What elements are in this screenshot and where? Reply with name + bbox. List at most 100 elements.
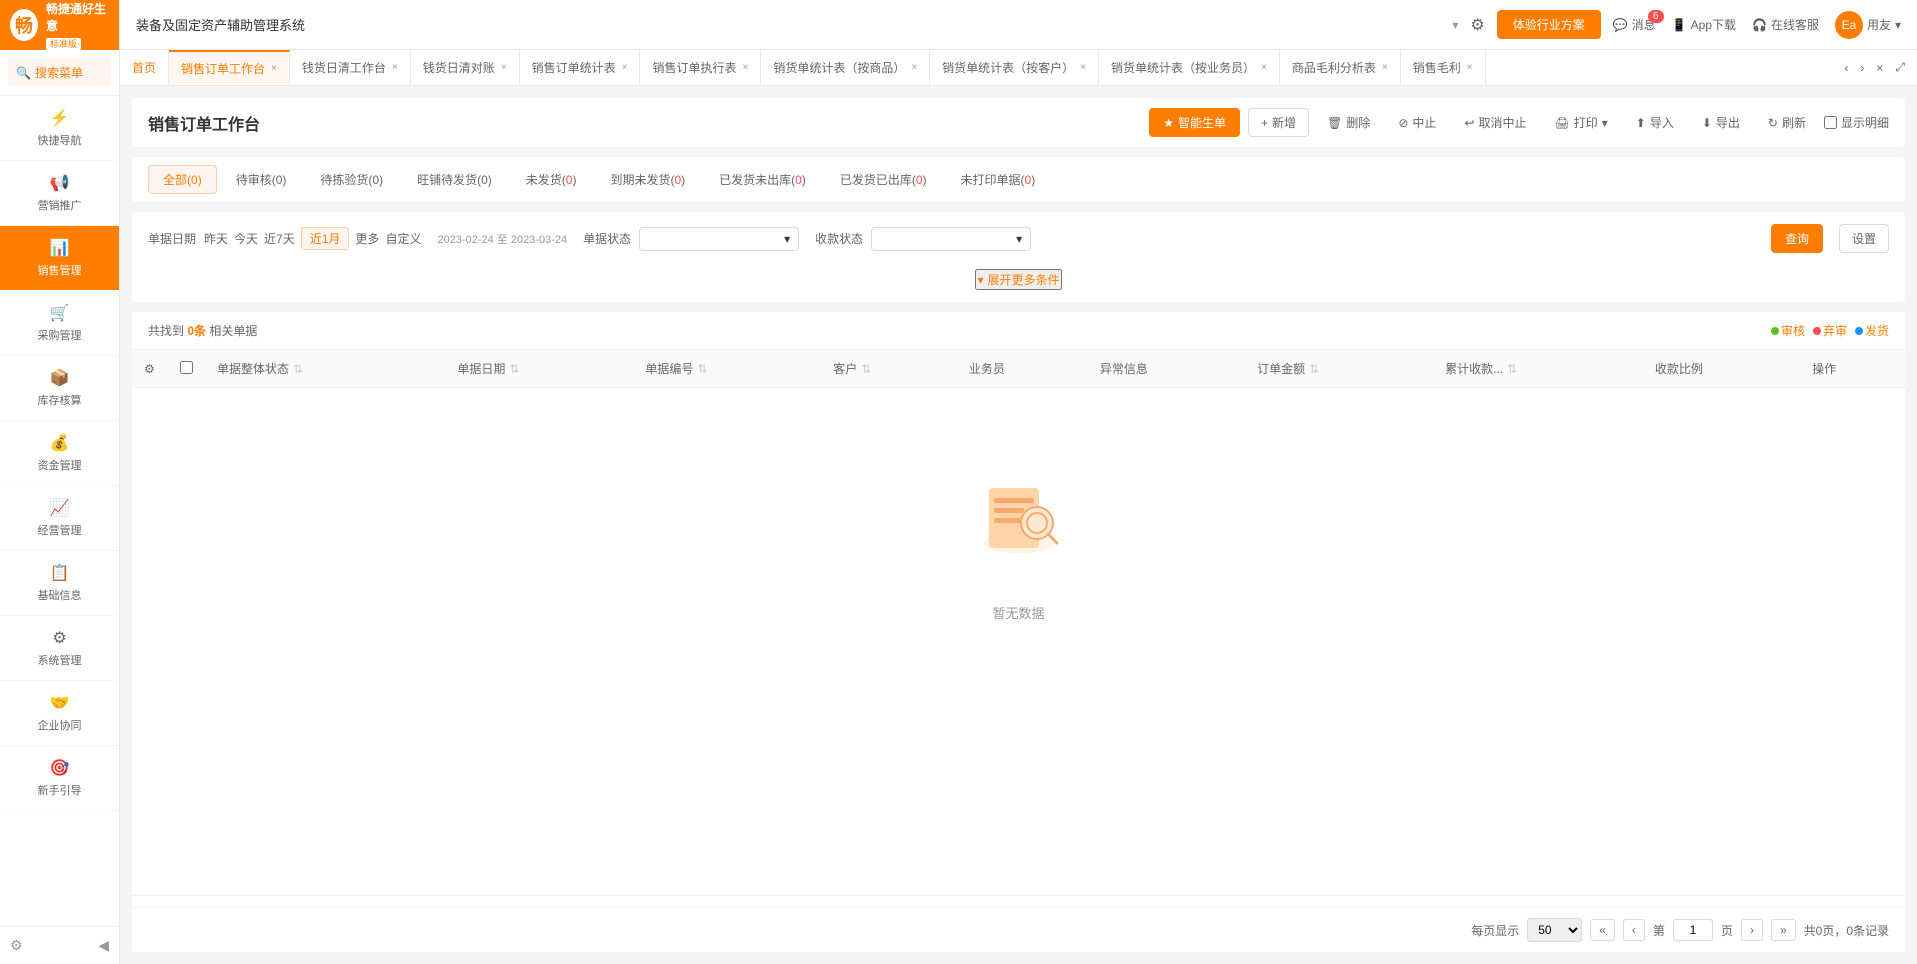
tab-sales-by-customer[interactable]: 销货单统计表（按客户） ×	[930, 50, 1099, 86]
sort-amount[interactable]: 订单金额 ⇅	[1257, 360, 1421, 377]
import-button[interactable]: ⬆ 导入	[1626, 109, 1684, 136]
sort-collected[interactable]: 累计收款... ⇅	[1445, 360, 1631, 377]
sidebar-item-guide[interactable]: 🎯 新手引导	[0, 746, 119, 811]
print-button[interactable]: 🖨 打印 ▾	[1544, 109, 1617, 136]
user-menu-button[interactable]: Ea 用友 ▾	[1835, 11, 1901, 39]
prev-page-button[interactable]: ‹	[1623, 919, 1645, 941]
online-service-button[interactable]: 🎧 在线客服	[1752, 16, 1819, 33]
sort-status[interactable]: 单据整体状态 ⇅	[217, 360, 433, 377]
sub-tab-shipped-out[interactable]: 已发货已出库(0)	[825, 165, 942, 194]
tab-close-icon[interactable]: ×	[1080, 62, 1086, 73]
export-icon: ⬇	[1702, 116, 1712, 130]
tab-gross-profit[interactable]: 商品毛利分析表×	[1280, 50, 1401, 86]
delete-button[interactable]: 🗑 删除	[1317, 109, 1380, 136]
sidebar-item-sales[interactable]: 📊 销售管理	[0, 226, 119, 291]
sidebar-item-system[interactable]: ⚙ 系统管理	[0, 616, 119, 681]
tab-close-icon[interactable]: ×	[1261, 62, 1267, 73]
abandon-review-button[interactable]: 弃审	[1813, 322, 1847, 339]
expand-conditions-button[interactable]: ▾ 展开更多条件	[975, 269, 1061, 290]
tab-close-icon[interactable]: ×	[911, 62, 917, 73]
shortcut-custom[interactable]: 自定义	[385, 230, 421, 247]
search-menu-button[interactable]: 🔍 搜索菜单	[8, 58, 111, 87]
tab-close-icon[interactable]: ×	[1467, 62, 1473, 73]
next-page-button[interactable]: ›	[1741, 919, 1763, 941]
sidebar-item-quick-nav[interactable]: ⚡ 快捷导航	[0, 96, 119, 161]
sidebar-item-operations[interactable]: 📈 经营管理	[0, 486, 119, 551]
sub-tab-overdue[interactable]: 到期未发货(0)	[595, 165, 700, 194]
tab-prev-button[interactable]: ‹	[1840, 59, 1852, 77]
tab-sales-exec[interactable]: 销售订单执行表×	[640, 50, 761, 86]
new-button[interactable]: + 新增	[1248, 108, 1309, 137]
filter-settings-button[interactable]: 设置	[1839, 224, 1889, 253]
payment-select[interactable]: ▾	[871, 227, 1031, 251]
sub-tab-wangpu[interactable]: 旺铺待发货(0)	[402, 165, 507, 194]
select-all-checkbox[interactable]	[180, 361, 193, 374]
smart-generate-button[interactable]: ★ 智能生单	[1149, 108, 1240, 137]
sub-tab-pending[interactable]: 待审核(0)	[221, 165, 302, 194]
tab-close-icon[interactable]: ×	[392, 62, 398, 73]
horizontal-scrollbar[interactable]	[132, 895, 1905, 907]
sort-customer[interactable]: 客户 ⇅	[833, 360, 945, 377]
tab-close-icon[interactable]: ×	[501, 62, 507, 73]
page-number-input[interactable]	[1673, 919, 1713, 941]
review-button[interactable]: 审核	[1771, 322, 1805, 339]
tab-sales-by-product[interactable]: 销货单统计表（按商品）×	[761, 50, 930, 86]
sort-number[interactable]: 单据编号 ⇅	[645, 360, 809, 377]
cancel-stop-button[interactable]: ↩ 取消中止	[1454, 109, 1536, 136]
tab-cash-daily[interactable]: 钱货日清工作台×	[290, 50, 411, 86]
per-page-select[interactable]: 20 50 100	[1527, 918, 1582, 942]
export-button[interactable]: ⬇ 导出	[1692, 109, 1750, 136]
sort-date[interactable]: 单据日期 ⇅	[457, 360, 621, 377]
app-download-button[interactable]: 📱 App下载	[1672, 16, 1736, 33]
tab-close-icon[interactable]: ×	[622, 62, 628, 73]
sidebar-item-marketing[interactable]: 📢 营销推广	[0, 161, 119, 226]
first-page-button[interactable]: «	[1590, 919, 1615, 941]
settings-icon[interactable]: ⚙	[1470, 15, 1484, 35]
expand-section: ▾ 展开更多条件	[148, 261, 1889, 290]
sidebar-collapse-button[interactable]: ◀	[98, 937, 109, 954]
tab-sales-workbench[interactable]: 销售订单工作台×	[169, 50, 290, 86]
sidebar-item-enterprise[interactable]: 🤝 企业协同	[0, 681, 119, 746]
sidebar-item-label: 采购管理	[38, 327, 82, 343]
ship-button[interactable]: 发货	[1855, 322, 1889, 339]
sub-tab-pending-inspect[interactable]: 待拣验货(0)	[305, 165, 398, 194]
query-button[interactable]: 查询	[1771, 224, 1823, 253]
sidebar-settings-button[interactable]: ⚙	[10, 937, 23, 954]
status-select[interactable]: ▾	[639, 227, 799, 251]
tab-close-icon[interactable]: ×	[1382, 62, 1388, 73]
sub-tabs: 全部(0)待审核(0)待拣验货(0)旺铺待发货(0)未发货(0)到期未发货(0)…	[132, 157, 1905, 202]
sub-tab-all[interactable]: 全部(0)	[148, 165, 217, 194]
tab-maximize-button[interactable]: ⤢	[1891, 58, 1909, 77]
refresh-button[interactable]: ↻ 刷新	[1758, 109, 1816, 136]
sidebar-item-basic[interactable]: 📋 基础信息	[0, 551, 119, 616]
show-detail-checkbox-label[interactable]: 显示明细	[1824, 114, 1889, 131]
tab-next-button[interactable]: ›	[1856, 59, 1868, 77]
industry-solution-button[interactable]: 体验行业方案	[1497, 10, 1601, 39]
tab-close-all-button[interactable]: ×	[1872, 59, 1887, 77]
sub-tab-shipped-no-out[interactable]: 已发货未出库(0)	[704, 165, 821, 194]
tab-sales-by-staff[interactable]: 销货单统计表（按业务员）×	[1099, 50, 1280, 86]
tab-sales-profit[interactable]: 销售毛利×	[1401, 50, 1486, 86]
shortcut-yesterday[interactable]: 昨天	[204, 230, 228, 247]
shortcut-7days[interactable]: 近7天	[264, 230, 295, 247]
tab-cash-reconcile[interactable]: 钱货日清对账×	[411, 50, 520, 86]
tab-label: 销货单统计表（按客户）	[942, 59, 1074, 76]
tab-close-icon[interactable]: ×	[742, 62, 748, 73]
shortcut-more[interactable]: 更多	[355, 230, 379, 247]
sub-tab-not-shipped[interactable]: 未发货(0)	[511, 165, 592, 194]
message-button[interactable]: 💬 消息 6	[1613, 16, 1656, 33]
last-page-button[interactable]: »	[1771, 919, 1796, 941]
show-detail-checkbox[interactable]	[1824, 116, 1837, 129]
tab-home[interactable]: 首页	[120, 50, 169, 86]
tab-sales-stat[interactable]: 销售订单统计表×	[520, 50, 641, 86]
sidebar-item-label: 销售管理	[38, 262, 82, 278]
sidebar-item-finance[interactable]: 💰 资金管理	[0, 421, 119, 486]
shortcut-1month[interactable]: 近1月	[301, 227, 350, 250]
tab-close-icon[interactable]: ×	[271, 63, 277, 74]
shortcut-today[interactable]: 今天	[234, 230, 258, 247]
settings-icon[interactable]: ⚙	[144, 362, 155, 376]
sidebar-item-purchase[interactable]: 🛒 采购管理	[0, 291, 119, 356]
sub-tab-no-print[interactable]: 未打印单据(0)	[946, 165, 1051, 194]
stop-button[interactable]: ⊘ 中止	[1388, 109, 1446, 136]
sidebar-item-inventory[interactable]: 📦 库存核算	[0, 356, 119, 421]
